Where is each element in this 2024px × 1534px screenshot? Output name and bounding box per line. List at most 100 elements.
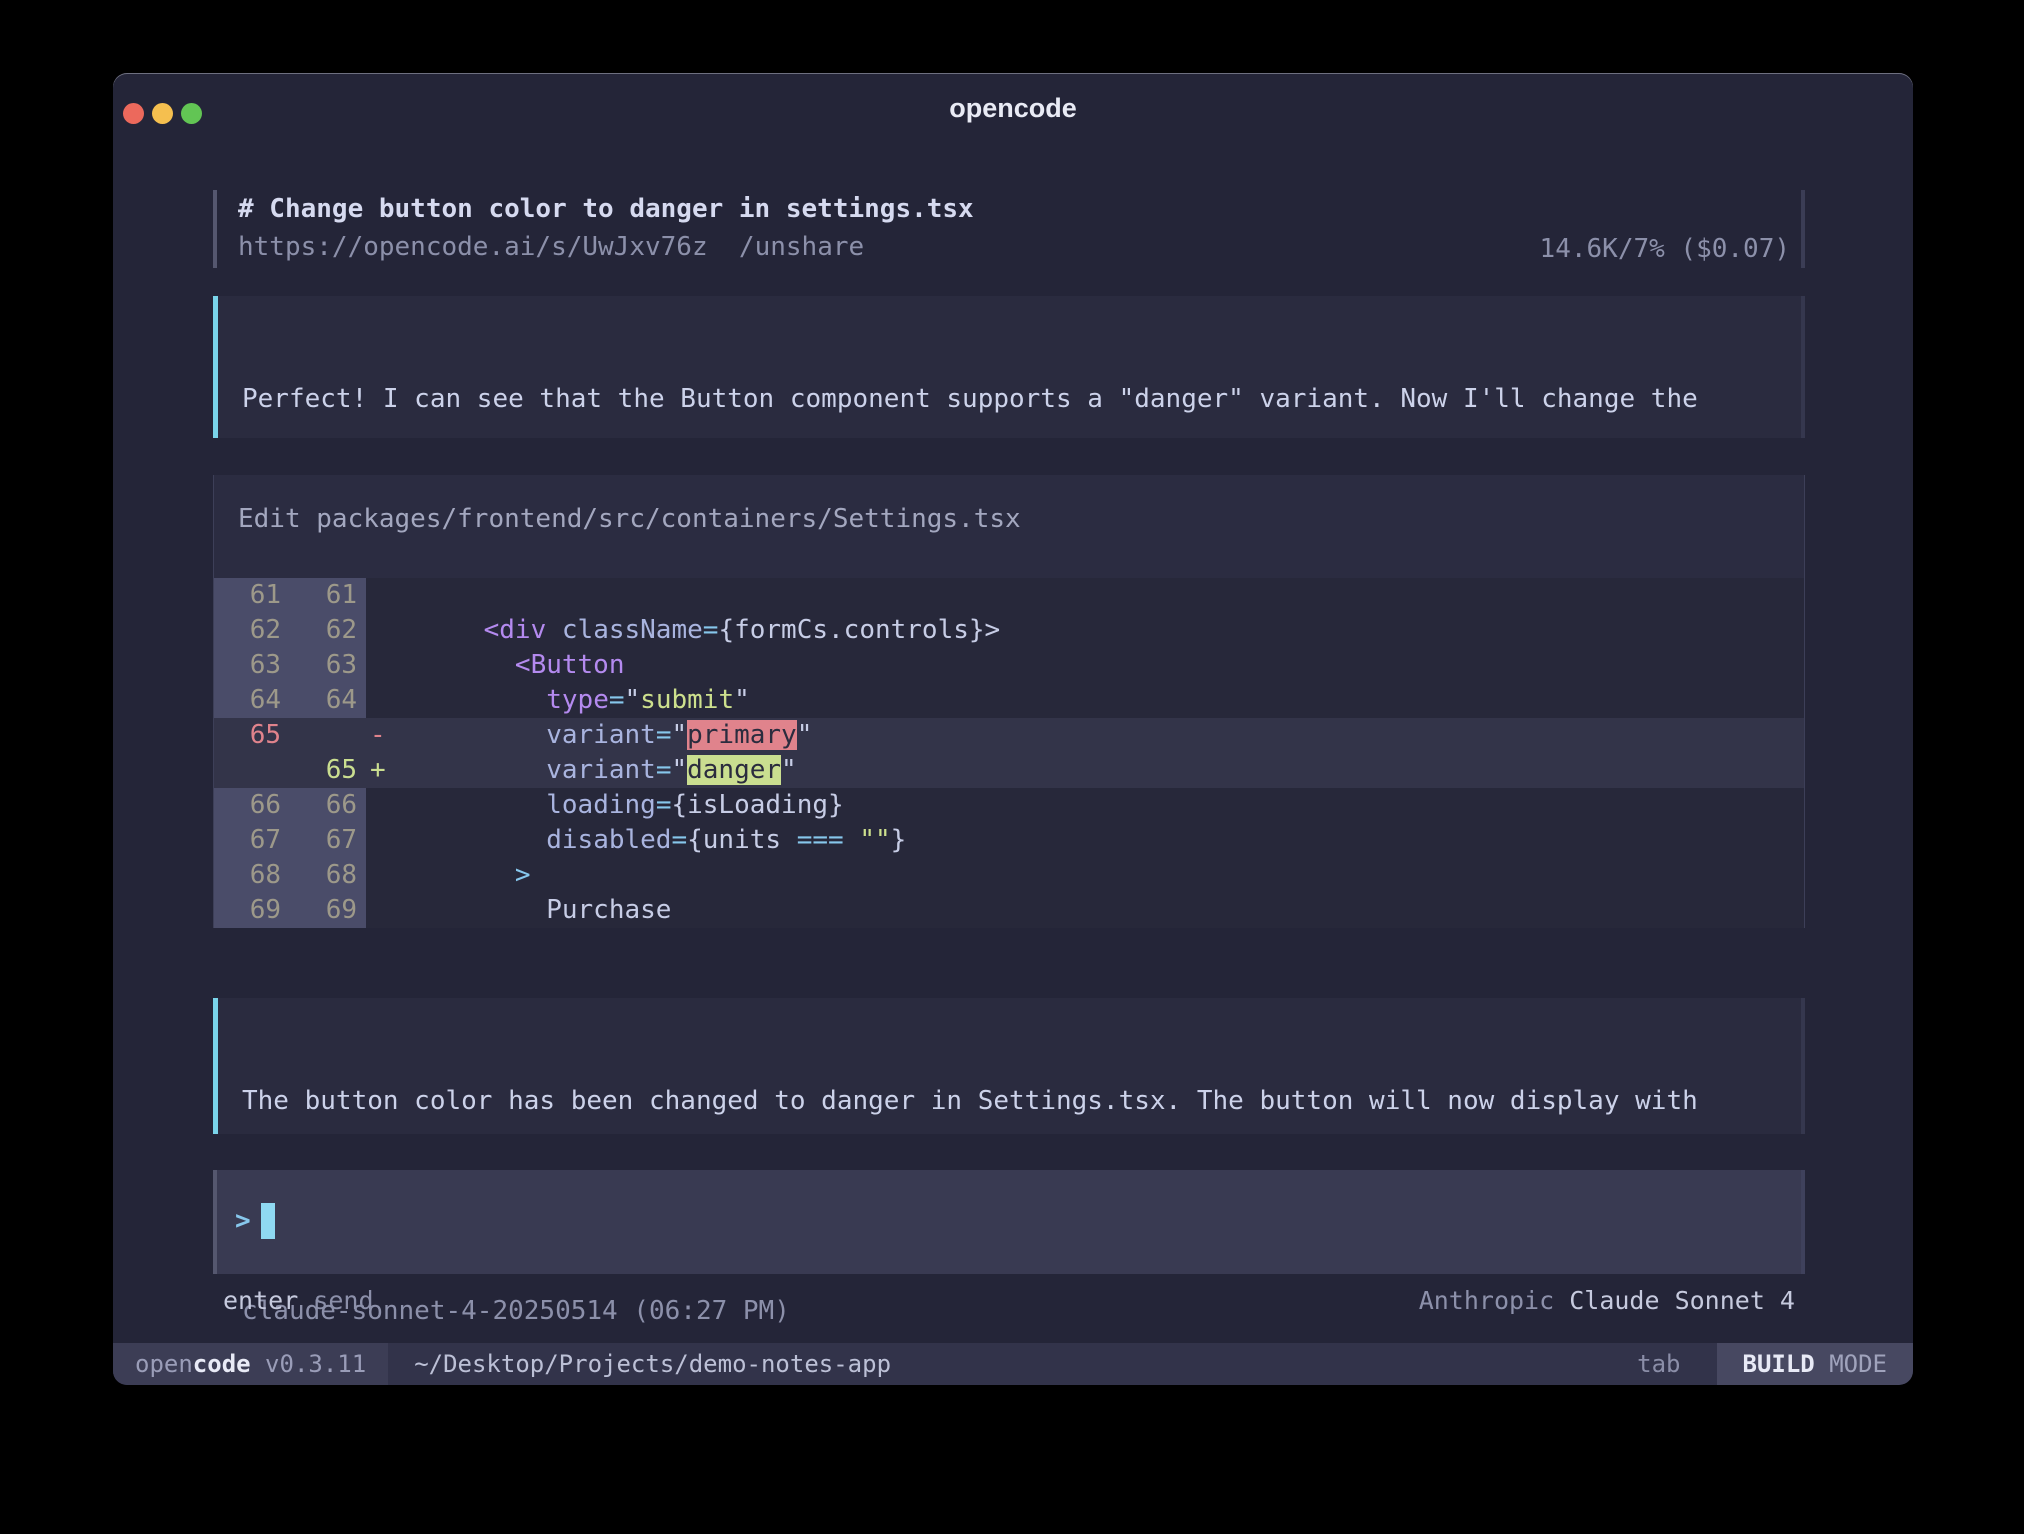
gutter-old-line-number: 61 [214, 578, 290, 613]
diff-marker [366, 893, 396, 928]
diff-row: 6666 loading={isLoading} [214, 788, 1804, 823]
gutter-new-line-number: 66 [290, 788, 366, 823]
diff-marker [366, 823, 396, 858]
diff-row: 6464 type="submit" [214, 683, 1804, 718]
code-token: submit [640, 685, 734, 715]
unshare-command[interactable]: /unshare [739, 232, 864, 262]
code-token: <Button [421, 650, 625, 680]
code-token: " [671, 755, 687, 785]
diff-marker [366, 858, 396, 893]
code-line: type="submit" [396, 683, 1804, 718]
send-hint: enter send [223, 1283, 374, 1318]
code-token: = [671, 825, 687, 855]
gutter-old-line-number: 62 [214, 613, 290, 648]
code-line: loading={isLoading} [396, 788, 1804, 823]
titlebar: opencode [113, 73, 1913, 135]
code-line: > [396, 858, 1804, 893]
diff-marker [366, 788, 396, 823]
code-token: Purchase [421, 895, 671, 925]
code-token [421, 755, 546, 785]
window-title: opencode [113, 93, 1913, 124]
text-cursor [261, 1203, 275, 1239]
diff-marker [366, 613, 396, 648]
code-line: variant="primary" [396, 718, 1804, 753]
code-token [421, 790, 546, 820]
tab-key-hint: tab [1637, 1343, 1680, 1385]
session-header: # Change button color to danger in setti… [213, 190, 1805, 268]
code-token [421, 720, 546, 750]
code-token: = [609, 685, 625, 715]
code-line [396, 578, 1804, 613]
code-token: = [656, 790, 672, 820]
prompt-symbol: > [235, 1206, 251, 1236]
gutter-new-line-number: 64 [290, 683, 366, 718]
diff-view: 61616262 <div className={formCs.controls… [214, 578, 1804, 928]
code-token: className [562, 615, 703, 645]
gutter-old-line-number: 69 [214, 893, 290, 928]
gutter-new-line-number: 61 [290, 578, 366, 613]
message-line: Perfect! I can see that the Button compo… [242, 382, 1801, 417]
code-token: " [671, 720, 687, 750]
model-info: Anthropic Claude Sonnet 4 [1419, 1283, 1795, 1318]
gutter-new-line-number: 67 [290, 823, 366, 858]
mode-toggle-chip[interactable]: BUILD MODE [1717, 1343, 1914, 1385]
code-token: " [625, 685, 641, 715]
code-token: disabled [546, 825, 671, 855]
gutter-new-line-number: 65 [290, 753, 366, 788]
gutter-old-line-number: 68 [214, 858, 290, 893]
gutter-new-line-number: 62 [290, 613, 366, 648]
code-token: " [797, 720, 813, 750]
assistant-message: The button color has been changed to dan… [213, 998, 1805, 1134]
gutter-new-line-number [290, 718, 366, 753]
diff-row: 65+ variant="danger" [214, 753, 1804, 788]
code-token: = [656, 755, 672, 785]
code-line: variant="danger" [396, 753, 1804, 788]
gutter-old-line-number: 64 [214, 683, 290, 718]
code-line: <div className={formCs.controls}> [396, 613, 1804, 648]
assistant-message: Perfect! I can see that the Button compo… [213, 296, 1805, 438]
gutter-new-line-number: 68 [290, 858, 366, 893]
diff-marker: + [366, 753, 396, 788]
prompt-input[interactable]: > [213, 1170, 1805, 1274]
diff-row: 6868 > [214, 858, 1804, 893]
diff-row: 6969 Purchase [214, 893, 1804, 928]
code-token: loading [546, 790, 656, 820]
status-bar: opencode v0.3.11 ~/Desktop/Projects/demo… [113, 1343, 1913, 1385]
gutter-new-line-number: 63 [290, 648, 366, 683]
code-token [421, 685, 546, 715]
code-token: "" [859, 825, 890, 855]
message-line: The button color has been changed to dan… [242, 1084, 1801, 1119]
app-version-chip: opencode v0.3.11 [113, 1343, 388, 1385]
code-token: === [797, 825, 844, 855]
code-token: } [891, 825, 907, 855]
code-token: = [703, 615, 719, 645]
gutter-old-line-number: 66 [214, 788, 290, 823]
working-directory: ~/Desktop/Projects/demo-notes-app [414, 1343, 891, 1385]
share-url[interactable]: https://opencode.ai/s/UwJxv76z [238, 232, 708, 262]
code-token: primary [687, 720, 797, 750]
code-token: <div [421, 615, 546, 645]
gutter-old-line-number [214, 753, 290, 788]
code-token: danger [687, 755, 781, 785]
code-line: disabled={units === ""} [396, 823, 1804, 858]
code-token: {isLoading} [671, 790, 843, 820]
diff-row: 65- variant="primary" [214, 718, 1804, 753]
code-line: Purchase [396, 893, 1804, 928]
code-token: " [781, 755, 797, 785]
diff-marker [366, 683, 396, 718]
code-token [546, 615, 562, 645]
gutter-new-line-number: 69 [290, 893, 366, 928]
code-token [421, 825, 546, 855]
gutter-old-line-number: 65 [214, 718, 290, 753]
edit-tool-header: Edit packages/frontend/src/containers/Se… [214, 475, 1804, 537]
diff-row: 6262 <div className={formCs.controls}> [214, 613, 1804, 648]
model-name: Claude Sonnet 4 [1569, 1286, 1795, 1315]
code-token: > [421, 860, 531, 890]
session-title: # Change button color to danger in setti… [217, 190, 1801, 228]
diff-row: 6363 <Button [214, 648, 1804, 683]
code-token: = [656, 720, 672, 750]
code-token [844, 825, 860, 855]
edit-tool-card: Edit packages/frontend/src/containers/Se… [213, 475, 1805, 928]
diff-row: 6161 [214, 578, 1804, 613]
gutter-old-line-number: 67 [214, 823, 290, 858]
